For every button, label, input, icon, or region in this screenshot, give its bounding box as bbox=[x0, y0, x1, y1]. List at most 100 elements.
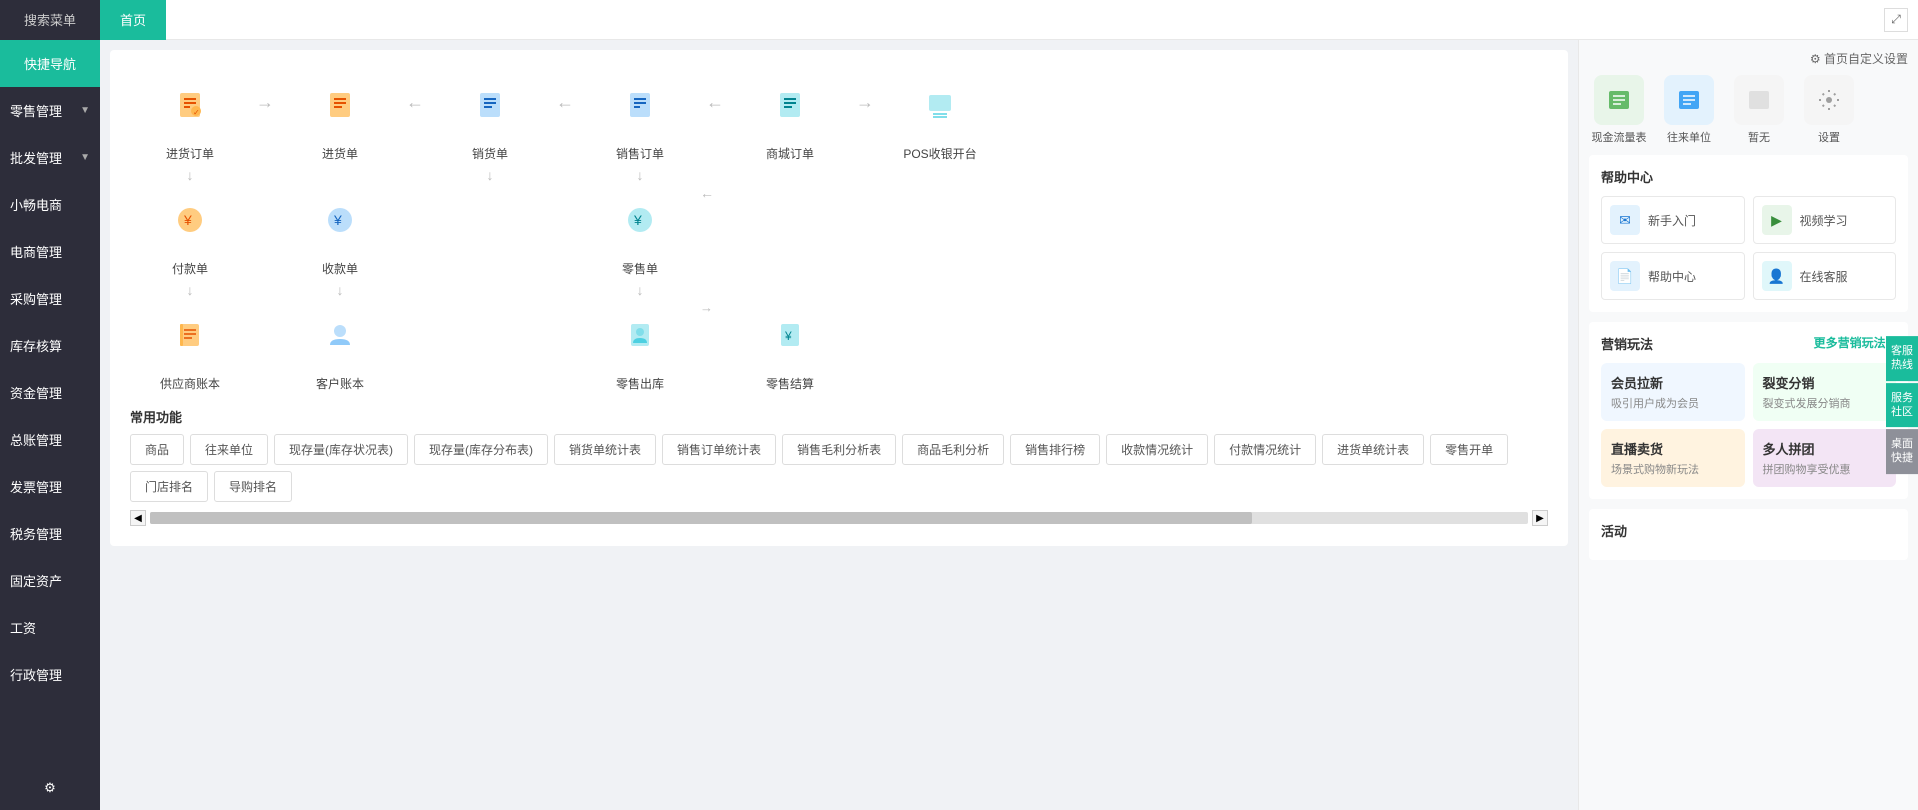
sidebar-item-retail[interactable]: 零售管理 ▼ bbox=[0, 87, 100, 134]
fullscreen-button[interactable]: ⤢ bbox=[1884, 8, 1908, 32]
gear-icon: ⚙ bbox=[44, 780, 56, 795]
help-item-online-support[interactable]: 👤 在线客服 bbox=[1753, 252, 1897, 300]
customer-book-label: 客户账本 bbox=[316, 375, 364, 392]
sidebar-item-label: 采购管理 bbox=[10, 289, 62, 308]
scroll-bar[interactable] bbox=[150, 512, 1528, 524]
marketing-item-fission[interactable]: 裂变分销 裂变式发展分销商 bbox=[1753, 363, 1897, 421]
float-btn-hotline[interactable]: 客服热线 bbox=[1886, 336, 1918, 381]
arrow-right-1: → bbox=[250, 92, 280, 113]
scroll-right-button[interactable]: ▶ bbox=[1532, 510, 1548, 526]
help-item-help[interactable]: 📄 帮助中心 bbox=[1601, 252, 1745, 300]
live-desc: 场景式购物新玩法 bbox=[1611, 461, 1735, 477]
node-sales-order[interactable]: 销售订单 bbox=[580, 70, 700, 162]
node-retail-out[interactable]: 零售出库 bbox=[580, 300, 700, 392]
marketing-item-group[interactable]: 多人拼团 拼团购物享受优惠 bbox=[1753, 429, 1897, 487]
top-bar-right: ⤢ bbox=[1884, 8, 1918, 32]
common-functions: 常用功能 商品 往来单位 现存量(库存状况表) 现存量(库存分布表) 销货单统计… bbox=[130, 407, 1548, 526]
node-retail-settle[interactable]: ¥ 零售结算 bbox=[730, 300, 850, 392]
sales-order-label: 销售订单 bbox=[616, 145, 664, 162]
node-payment[interactable]: ¥ 付款单 bbox=[130, 185, 250, 277]
retail-label: 零售单 bbox=[622, 260, 658, 277]
v-arrow-purchase: ↓ bbox=[187, 167, 194, 183]
customer-book-icon bbox=[305, 300, 375, 370]
video-icon: ▶ bbox=[1762, 205, 1792, 235]
sidebar-item-finance[interactable]: 资金管理 bbox=[0, 369, 100, 416]
online-support-icon: 👤 bbox=[1762, 261, 1792, 291]
sidebar-settings-button[interactable]: ⚙ bbox=[0, 766, 100, 810]
svg-text:¥: ¥ bbox=[633, 212, 642, 228]
node-purchase-order[interactable]: ✓ 进货订单 bbox=[130, 70, 250, 162]
shortcut-settings[interactable]: 设置 bbox=[1799, 75, 1859, 145]
shortcut-cashflow[interactable]: 现金流量表 bbox=[1589, 75, 1649, 145]
marketing-item-live[interactable]: 直播卖货 场景式购物新玩法 bbox=[1601, 429, 1745, 487]
help-item-video[interactable]: ▶ 视频学习 bbox=[1753, 196, 1897, 244]
sidebar-item-inventory[interactable]: 库存核算 bbox=[0, 322, 100, 369]
search-menu-button[interactable]: 搜索菜单 bbox=[0, 0, 100, 40]
scroll-row: ◀ ▶ bbox=[130, 510, 1548, 526]
func-btn-goods[interactable]: 商品 bbox=[130, 434, 184, 465]
node-shop-order[interactable]: 商城订单 bbox=[730, 70, 850, 162]
node-supplier-book[interactable]: 供应商账本 bbox=[130, 300, 250, 392]
node-purchase-receipt[interactable]: 进货单 bbox=[280, 70, 400, 162]
sidebar-item-ecommerce-mgmt[interactable]: 电商管理 bbox=[0, 228, 100, 275]
func-btn-stock-dist[interactable]: 现存量(库存分布表) bbox=[414, 434, 548, 465]
sidebar-item-payroll[interactable]: 工资 bbox=[0, 604, 100, 651]
func-btn-gross-analysis[interactable]: 销售毛利分析表 bbox=[782, 434, 896, 465]
node-customer-book[interactable]: 客户账本 bbox=[280, 300, 400, 392]
tab-home[interactable]: 首页 bbox=[100, 0, 166, 40]
none-icon bbox=[1734, 75, 1784, 125]
float-btn-community[interactable]: 服务社区 bbox=[1886, 383, 1918, 428]
sidebar-item-label: 批发管理 bbox=[10, 148, 62, 167]
shortcut-contacts[interactable]: 往来单位 bbox=[1659, 75, 1719, 145]
node-retail[interactable]: ¥ 零售单 bbox=[580, 185, 700, 277]
video-label: 视频学习 bbox=[1800, 212, 1848, 229]
sidebar-item-tax[interactable]: 税务管理 bbox=[0, 510, 100, 557]
supplier-book-label: 供应商账本 bbox=[160, 375, 220, 392]
v-arrow-recv: ↓ bbox=[337, 282, 344, 298]
arrow-left-3: ← bbox=[700, 92, 730, 113]
func-btn-guide-rank[interactable]: 导购排名 bbox=[214, 471, 292, 502]
func-btn-goods-gross[interactable]: 商品毛利分析 bbox=[902, 434, 1004, 465]
main-panel: ✓ 进货订单 → 进货单 ← bbox=[100, 40, 1578, 810]
retail-icon: ¥ bbox=[605, 185, 675, 255]
svg-text:✓: ✓ bbox=[193, 108, 200, 117]
marketing-item-member[interactable]: 会员拉新 吸引用户成为会员 bbox=[1601, 363, 1745, 421]
more-marketing-link[interactable]: 更多营销玩法 > bbox=[1814, 334, 1896, 353]
sidebar-item-admin[interactable]: 行政管理 bbox=[0, 651, 100, 698]
sidebar-item-ecommerce-small[interactable]: 小畅电商 bbox=[0, 181, 100, 228]
marketing-title: 营销玩法 更多营销玩法 > bbox=[1601, 334, 1896, 353]
node-receipt[interactable]: ¥ 收款单 bbox=[280, 185, 400, 277]
func-btn-stock-status[interactable]: 现存量(库存状况表) bbox=[274, 434, 408, 465]
func-btn-payment-stats[interactable]: 付款情况统计 bbox=[1214, 434, 1316, 465]
func-btn-order-stats[interactable]: 销售订单统计表 bbox=[662, 434, 776, 465]
node-pos[interactable]: POS收银开台 bbox=[880, 70, 1000, 162]
sidebar-item-label: 总账管理 bbox=[10, 430, 62, 449]
purchase-receipt-label: 进货单 bbox=[322, 145, 358, 162]
arrow-from-pos: ← bbox=[700, 185, 730, 221]
func-btn-sales-rank[interactable]: 销售排行榜 bbox=[1010, 434, 1100, 465]
sidebar-item-label: 税务管理 bbox=[10, 524, 62, 543]
customize-link[interactable]: ⚙ 首页自定义设置 bbox=[1589, 50, 1908, 67]
func-btn-store-rank[interactable]: 门店排名 bbox=[130, 471, 208, 502]
main-layout: 快捷导航 零售管理 ▼ 批发管理 ▼ 小畅电商 电商管理 采购管理 库存核算 资… bbox=[0, 40, 1918, 810]
func-btn-sales-stats[interactable]: 销货单统计表 bbox=[554, 434, 656, 465]
func-btn-receipt-stats[interactable]: 收款情况统计 bbox=[1106, 434, 1208, 465]
help-center-card: 帮助中心 ✉ 新手入门 ▶ 视频学习 📄 帮助中心 👤 bbox=[1589, 155, 1908, 312]
shortcut-none[interactable]: 暂无 bbox=[1729, 75, 1789, 145]
arrow-between-retail: → bbox=[700, 300, 730, 335]
sidebar-item-wholesale[interactable]: 批发管理 ▼ bbox=[0, 134, 100, 181]
sidebar-item-fixed-assets[interactable]: 固定资产 bbox=[0, 557, 100, 604]
float-btn-desktop[interactable]: 桌面快捷 bbox=[1886, 429, 1918, 474]
sidebar-item-invoice[interactable]: 发票管理 bbox=[0, 463, 100, 510]
sidebar-item-quick-nav[interactable]: 快捷导航 bbox=[0, 40, 100, 87]
help-item-beginner[interactable]: ✉ 新手入门 bbox=[1601, 196, 1745, 244]
func-btn-retail-order[interactable]: 零售开单 bbox=[1430, 434, 1508, 465]
func-btn-purchase-stats[interactable]: 进货单统计表 bbox=[1322, 434, 1424, 465]
cashflow-label: 现金流量表 bbox=[1592, 129, 1647, 145]
receipt-label: 收款单 bbox=[322, 260, 358, 277]
scroll-left-button[interactable]: ◀ bbox=[130, 510, 146, 526]
sidebar-item-purchase[interactable]: 采购管理 bbox=[0, 275, 100, 322]
sidebar-item-general-ledger[interactable]: 总账管理 bbox=[0, 416, 100, 463]
node-sales-receipt[interactable]: 销货单 bbox=[430, 70, 550, 162]
func-btn-contacts[interactable]: 往来单位 bbox=[190, 434, 268, 465]
